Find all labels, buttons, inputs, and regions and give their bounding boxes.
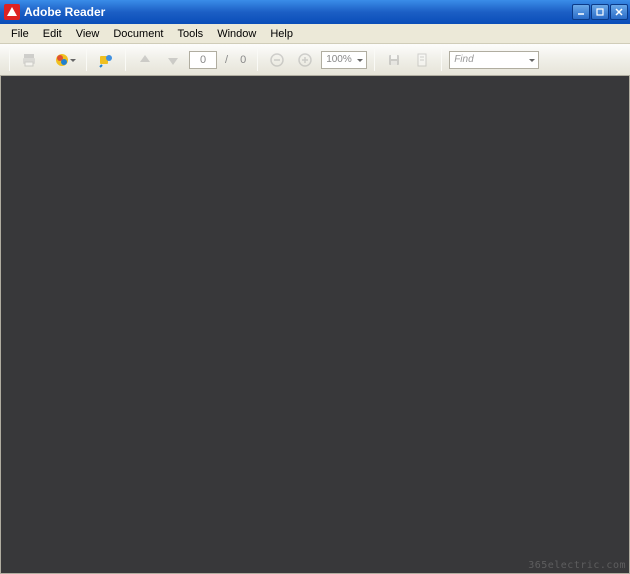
menu-document[interactable]: Document (106, 26, 170, 42)
menu-file[interactable]: File (4, 26, 36, 42)
email-icon (54, 52, 70, 68)
menu-view[interactable]: View (69, 26, 107, 42)
page-down-button (161, 48, 185, 72)
toolbar-separator (257, 49, 258, 71)
window-title: Adobe Reader (24, 5, 572, 19)
print-button (17, 48, 41, 72)
email-button[interactable] (45, 48, 79, 72)
zoom-in-button (293, 48, 317, 72)
zoom-in-icon (297, 52, 313, 68)
chevron-down-icon (529, 59, 535, 62)
menu-help[interactable]: Help (263, 26, 300, 42)
app-icon (4, 4, 20, 20)
page-separator: / (221, 54, 232, 66)
menu-edit[interactable]: Edit (36, 26, 69, 42)
arrow-up-icon (137, 52, 153, 68)
collab-icon (98, 52, 114, 68)
arrow-down-icon (165, 52, 181, 68)
page-total: 0 (236, 54, 250, 66)
toolbar-separator (374, 49, 375, 71)
toolbar-separator (9, 49, 10, 71)
toolbar-separator (86, 49, 87, 71)
toolbar: / 0 100% Find (0, 44, 630, 76)
zoom-out-button (265, 48, 289, 72)
zoom-out-icon (269, 52, 285, 68)
menu-tools[interactable]: Tools (171, 26, 211, 42)
print-icon (21, 52, 37, 68)
view-mode-button (410, 48, 434, 72)
document-viewport (0, 76, 630, 574)
minimize-button[interactable] (572, 4, 590, 20)
collab-button[interactable] (94, 48, 118, 72)
toolbar-separator (441, 49, 442, 71)
watermark-text: 365electric.com (528, 560, 626, 571)
menubar: File Edit View Document Tools Window Hel… (0, 24, 630, 44)
find-placeholder: Find (454, 54, 473, 65)
toolbar-separator (125, 49, 126, 71)
save-icon (386, 52, 402, 68)
chevron-down-icon (70, 59, 76, 62)
page-icon (414, 52, 430, 68)
close-button[interactable] (610, 4, 628, 20)
titlebar: Adobe Reader (0, 0, 630, 24)
menu-window[interactable]: Window (210, 26, 263, 42)
page-number-input[interactable] (189, 51, 217, 69)
find-input[interactable]: Find (449, 51, 539, 69)
save-button (382, 48, 406, 72)
window-controls (572, 4, 628, 20)
chevron-down-icon (357, 59, 363, 62)
zoom-value: 100% (326, 54, 352, 65)
zoom-select[interactable]: 100% (321, 51, 367, 69)
page-up-button (133, 48, 157, 72)
maximize-button[interactable] (591, 4, 609, 20)
